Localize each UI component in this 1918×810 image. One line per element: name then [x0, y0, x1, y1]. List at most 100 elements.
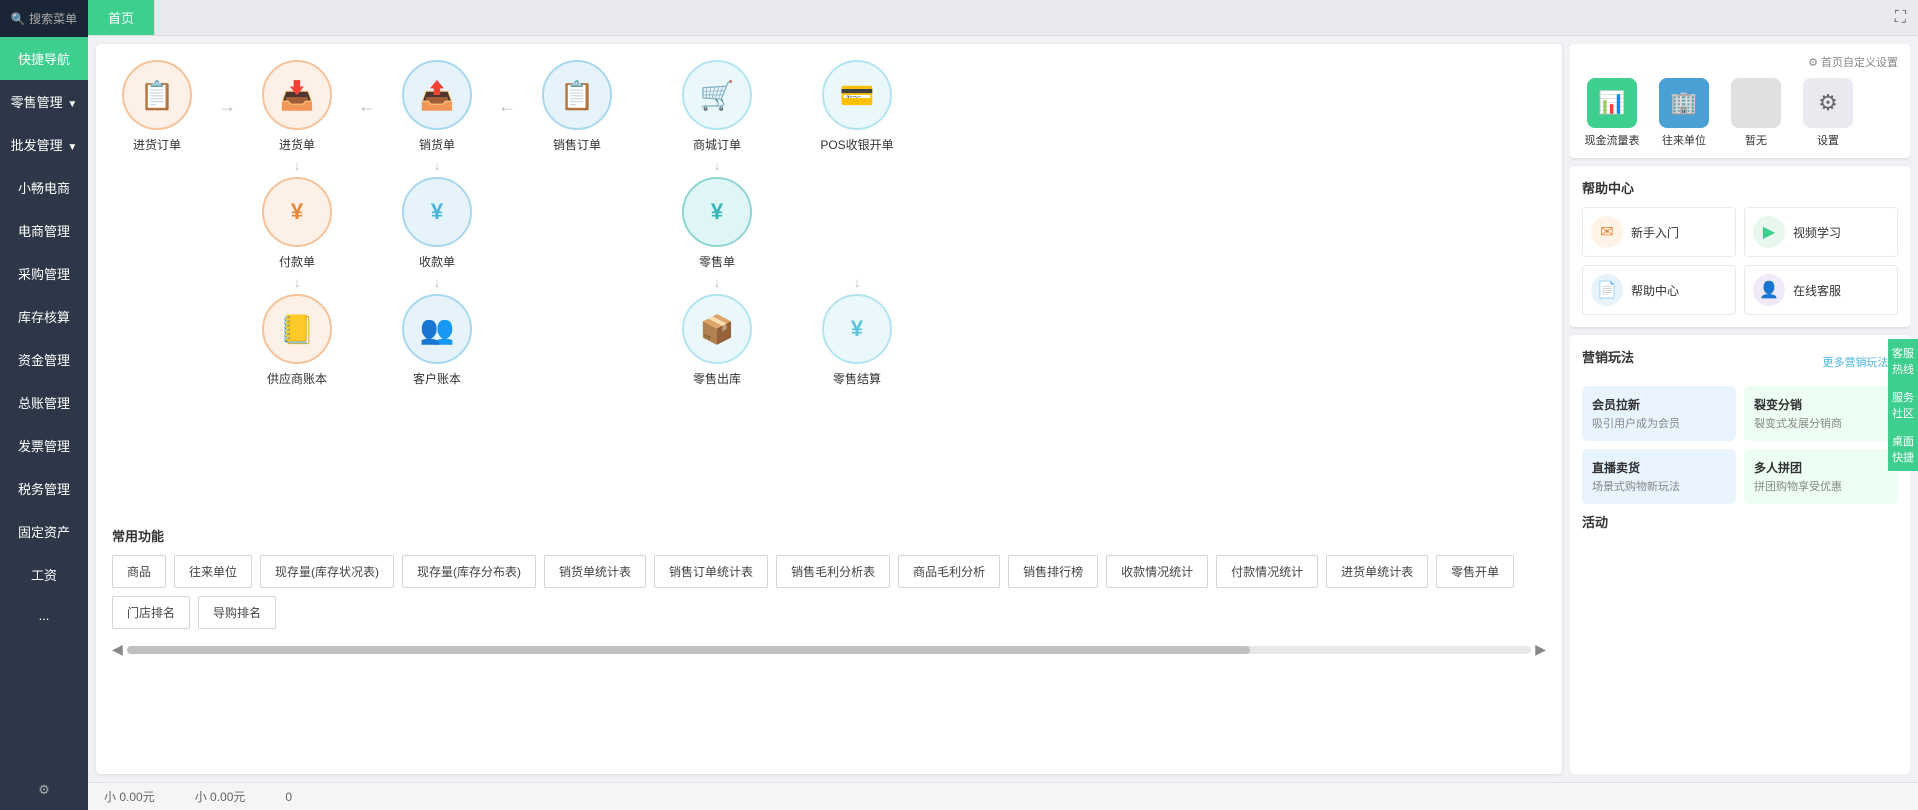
help-item-help[interactable]: 📄帮助中心: [1582, 265, 1736, 315]
scrollbar[interactable]: ◀ ▶: [112, 641, 1546, 658]
float-btn-service[interactable]: 客服热线: [1888, 339, 1918, 383]
purchase-order-label: 进货订单: [133, 136, 181, 153]
homepage-settings-link[interactable]: ⚙ 首页自定义设置: [1808, 54, 1898, 70]
mall-order-icon: 🛒: [682, 60, 752, 130]
retail-settlement-label: 零售结算: [833, 370, 881, 387]
scroll-right-arrow[interactable]: ▶: [1535, 641, 1546, 658]
func-btn-8[interactable]: 销售排行榜: [1008, 555, 1098, 588]
func-btn-5[interactable]: 销售订单统计表: [654, 555, 768, 588]
scroll-track[interactable]: [127, 646, 1531, 654]
marketing-card-fission[interactable]: 裂变分销裂变式发展分销商: [1744, 386, 1898, 441]
search-menu-button[interactable]: 🔍 搜索菜单: [0, 0, 88, 37]
sidebar-item-retail-mgmt[interactable]: 零售管理 ▼: [0, 80, 88, 123]
qa-item-contacts[interactable]: 🏢往来单位: [1654, 78, 1714, 148]
sidebar-item-inventory[interactable]: 库存核算: [0, 295, 88, 338]
sales-order-icon: 📋: [542, 60, 612, 130]
float-btn-desktop[interactable]: 桌面快捷: [1888, 427, 1918, 471]
settings-icon: ⚙: [38, 782, 50, 797]
func-btn-0[interactable]: 商品: [112, 555, 166, 588]
marketing-card-live[interactable]: 直播卖货场景式购物新玩法: [1582, 449, 1736, 504]
func-btn-13[interactable]: 门店排名: [112, 596, 190, 629]
node-retail-slip[interactable]: ¥ 零售单: [672, 177, 762, 270]
sidebar-item-ecommerce-mgmt[interactable]: 电商管理: [0, 209, 88, 252]
node-supplier-book[interactable]: 📒 供应商账本: [252, 294, 342, 387]
customer-book-icon: 👥: [402, 294, 472, 364]
sidebar-arrow-wholesale-mgmt: ▼: [65, 142, 78, 153]
tab-home[interactable]: 首页: [88, 0, 155, 35]
sidebar-item-tax-mgmt[interactable]: 税务管理: [0, 467, 88, 510]
func-btn-9[interactable]: 收款情况统计: [1106, 555, 1208, 588]
sidebar-nav: 快捷导航零售管理 ▼批发管理 ▼小畅电商电商管理采购管理库存核算资金管理总账管理…: [0, 37, 88, 635]
func-btn-1[interactable]: 往来单位: [174, 555, 252, 588]
qa-item-cash-flow[interactable]: 📊现金流量表: [1582, 78, 1642, 148]
node-pos[interactable]: 💳 POS收银开单: [812, 60, 902, 153]
search-icon: 🔍: [11, 12, 26, 26]
func-btn-2[interactable]: 现存量(库存状况表): [260, 555, 394, 588]
arrow-1: →: [202, 96, 252, 117]
help-icon-online-service: 👤: [1753, 274, 1785, 306]
main-area: 首页 ⛶ 📋 进货订单 →: [88, 0, 1918, 810]
qa-item-none[interactable]: 暂无: [1726, 78, 1786, 148]
expand-button[interactable]: ⛶: [1883, 1, 1918, 35]
func-btn-11[interactable]: 进货单统计表: [1326, 555, 1428, 588]
sidebar-item-wholesale-mgmt[interactable]: 批发管理 ▼: [0, 123, 88, 166]
sidebar-item-fixed-assets[interactable]: 固定资产: [0, 510, 88, 553]
marketing-card-group[interactable]: 多人拼团拼团购物享受优惠: [1744, 449, 1898, 504]
help-text-video: 视频学习: [1793, 224, 1841, 241]
node-sales-slip[interactable]: 📤 销货单: [392, 60, 482, 153]
float-buttons: 客服热线 服务社区 桌面快捷: [1888, 339, 1918, 471]
qa-item-settings[interactable]: ⚙设置: [1798, 78, 1858, 148]
sidebar-item-quick-nav[interactable]: 快捷导航: [0, 37, 88, 80]
payment-slip-label: 付款单: [279, 253, 315, 270]
sidebar-item-finance-mgmt[interactable]: 资金管理: [0, 338, 88, 381]
sidebar-settings[interactable]: ⚙: [0, 770, 88, 810]
qa-icon-settings: ⚙: [1803, 78, 1853, 128]
marketing-card-member[interactable]: 会员拉新吸引用户成为会员: [1582, 386, 1736, 441]
sidebar-item-purchase-mgmt[interactable]: 采购管理: [0, 252, 88, 295]
node-payment-slip[interactable]: ¥ 付款单: [252, 177, 342, 270]
float-btn-community[interactable]: 服务社区: [1888, 383, 1918, 427]
qa-icon-none: [1731, 78, 1781, 128]
node-mall-order[interactable]: 🛒 商城订单: [672, 60, 762, 153]
quick-access-panel: ⚙ 首页自定义设置 📊现金流量表🏢往来单位暂无⚙设置: [1570, 44, 1910, 158]
func-btn-7[interactable]: 商品毛利分析: [898, 555, 1000, 588]
sidebar-item-xiaochangec[interactable]: 小畅电商: [0, 166, 88, 209]
help-center-title: 帮助中心: [1582, 178, 1898, 197]
marketing-more-link[interactable]: 更多营销玩法 >: [1823, 354, 1898, 370]
sidebar-item-payroll[interactable]: 工资: [0, 553, 88, 596]
help-item-beginner[interactable]: ✉新手入门: [1582, 207, 1736, 257]
node-customer-book[interactable]: 👥 客户账本: [392, 294, 482, 387]
func-btn-12[interactable]: 零售开单: [1436, 555, 1514, 588]
marketing-card-title-fission: 裂变分销: [1754, 396, 1888, 413]
sales-slip-label: 销货单: [419, 136, 455, 153]
func-btn-6[interactable]: 销售毛利分析表: [776, 555, 890, 588]
func-btn-3[interactable]: 现存量(库存分布表): [402, 555, 536, 588]
marketing-card-title-live: 直播卖货: [1592, 459, 1726, 476]
help-item-video[interactable]: ▶视频学习: [1744, 207, 1898, 257]
func-btn-14[interactable]: 导购排名: [198, 596, 276, 629]
right-panel: ⚙ 首页自定义设置 📊现金流量表🏢往来单位暂无⚙设置 帮助中心 ✉新手入门▶视频…: [1570, 44, 1910, 774]
retail-slip-icon: ¥: [682, 177, 752, 247]
help-center: 帮助中心 ✉新手入门▶视频学习📄帮助中心👤在线客服: [1570, 166, 1910, 327]
receipt-slip-icon: ¥: [402, 177, 472, 247]
qa-icon-contacts: 🏢: [1659, 78, 1709, 128]
scroll-left-arrow[interactable]: ◀: [112, 641, 123, 658]
mall-order-label: 商城订单: [693, 136, 741, 153]
qa-icon-cash-flow: 📊: [1587, 78, 1637, 128]
node-sales-order[interactable]: 📋 销售订单: [532, 60, 622, 153]
node-purchase-slip[interactable]: 📥 进货单: [252, 60, 342, 153]
status-bar: 小 0.00元小 0.00元0: [88, 782, 1918, 810]
node-receipt-slip[interactable]: ¥ 收款单: [392, 177, 482, 270]
marketing-card-sub-group: 拼团购物享受优惠: [1754, 478, 1888, 494]
sidebar-item-more-hidden[interactable]: ...: [0, 596, 88, 635]
common-functions-title: 常用功能: [112, 526, 1546, 545]
node-retail-settlement[interactable]: ¥ 零售结算: [812, 294, 902, 387]
func-btn-10[interactable]: 付款情况统计: [1216, 555, 1318, 588]
sidebar-item-general-ledger[interactable]: 总账管理: [0, 381, 88, 424]
sidebar-item-invoice-mgmt[interactable]: 发票管理: [0, 424, 88, 467]
node-purchase-order[interactable]: 📋 进货订单: [112, 60, 202, 153]
left-panel: 📋 进货订单 → 📥 进货单 ←: [96, 44, 1562, 774]
help-item-online-service[interactable]: 👤在线客服: [1744, 265, 1898, 315]
node-retail-warehouse[interactable]: 📦 零售出库: [672, 294, 762, 387]
func-btn-4[interactable]: 销货单统计表: [544, 555, 646, 588]
